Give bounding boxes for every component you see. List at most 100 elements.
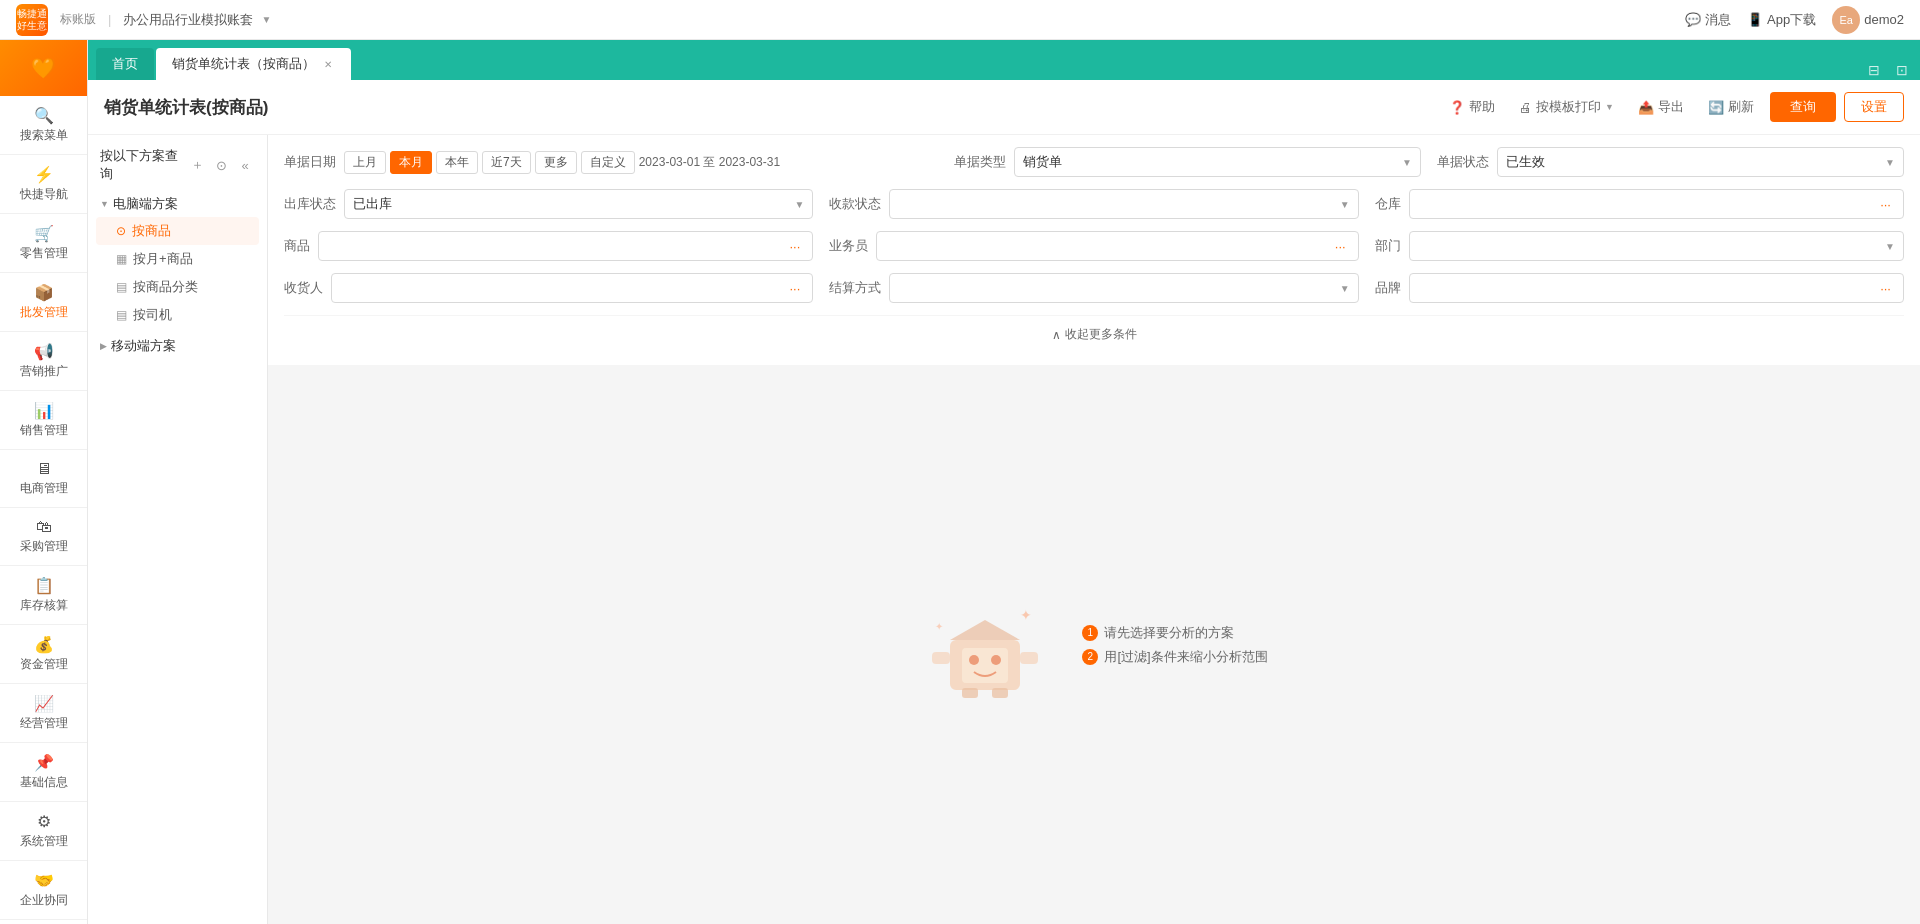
sidebar-label: 电商管理	[20, 480, 68, 497]
workspace-dropdown-icon[interactable]: ▼	[261, 14, 271, 25]
brand-input[interactable]: ···	[1409, 273, 1904, 303]
refresh-btn[interactable]: 🔄 刷新	[1700, 94, 1762, 120]
sidebar-item-basic-info[interactable]: 📌 基础信息	[0, 743, 87, 802]
quick-nav-icon: ⚡	[34, 165, 54, 184]
tab-home[interactable]: 首页	[96, 48, 154, 80]
settings-button[interactable]: 设置	[1844, 92, 1904, 122]
filter-date: 单据日期 上月 本月 本年 近7天 更多 自定义 2023-03-01 至 20…	[284, 151, 938, 174]
sidebar-item-enterprise-collab[interactable]: 🤝 企业协同	[0, 861, 87, 920]
sidebar-label: 基础信息	[20, 774, 68, 791]
help-btn[interactable]: ❓ 帮助	[1441, 94, 1503, 120]
date-this-year-btn[interactable]: 本年	[436, 151, 478, 174]
sidebar-item-wholesale[interactable]: 📦 批发管理	[0, 273, 87, 332]
empty-illustration: ✦ ✦	[920, 590, 1050, 700]
scheme-edit-btn[interactable]: ⊙	[211, 155, 231, 175]
goods-more-dots[interactable]: ···	[785, 239, 804, 254]
scheme-item-by-goods[interactable]: ⊙ 按商品	[96, 217, 259, 245]
minimize-btn[interactable]: ⊟	[1864, 60, 1884, 80]
workspace-info: 畅捷通好生意 标账版 | 办公用品行业模拟账套 ▼	[16, 4, 271, 36]
maximize-btn[interactable]: ⊡	[1892, 60, 1912, 80]
out-status-select[interactable]: 已出库 ▼	[344, 189, 813, 219]
sidebar-label: 搜索菜单	[20, 127, 68, 144]
sidebar-item-search[interactable]: 🔍 搜索菜单	[0, 96, 87, 155]
export-btn[interactable]: 📤 导出	[1630, 94, 1692, 120]
message-btn[interactable]: 💬 消息	[1685, 11, 1731, 29]
sidebar-item-newbie[interactable]: 🎯 新手引导	[0, 920, 87, 924]
warehouse-label: 仓库	[1375, 195, 1401, 213]
scheme-item-label: 按商品	[132, 222, 171, 240]
scheme-collapse-btn[interactable]: «	[235, 155, 255, 175]
tab-close-btn[interactable]: ✕	[321, 57, 335, 71]
report-tab-label: 销货单统计表（按商品）	[172, 55, 315, 73]
warehouse-more-dots[interactable]: ···	[1876, 197, 1895, 212]
date-custom-btn[interactable]: 自定义	[581, 151, 635, 174]
goods-input[interactable]: ···	[318, 231, 813, 261]
scheme-item-by-driver[interactable]: ▤ 按司机	[96, 301, 259, 329]
brand-more-dots[interactable]: ···	[1876, 281, 1895, 296]
wholesale-icon: 📦	[34, 283, 54, 302]
bill-type-label: 单据类型	[954, 153, 1006, 171]
staff-more-dots[interactable]: ···	[1331, 239, 1350, 254]
sidebar-item-marketing[interactable]: 📢 营销推广	[0, 332, 87, 391]
brand-label: 品牌	[1375, 279, 1401, 297]
sidebar-item-quick-nav[interactable]: ⚡ 快捷导航	[0, 155, 87, 214]
date-group: 上月 本月 本年 近7天 更多 自定义 2023-03-01 至 2023-03…	[344, 151, 938, 174]
empty-state-inner: ✦ ✦ 1 请先选择要分析的方案 2	[920, 590, 1267, 700]
scheme-item-label: 按月+商品	[133, 250, 193, 268]
system-icon: ⚙	[37, 812, 51, 831]
app-download-btn[interactable]: 📱 App下载	[1747, 11, 1816, 29]
page-title: 销货单统计表(按商品)	[104, 96, 268, 119]
filter-dept: 部门 ▼	[1375, 231, 1904, 261]
dept-select[interactable]: ▼	[1409, 231, 1904, 261]
recipient-input[interactable]: ···	[331, 273, 813, 303]
scheme-item-by-month-goods[interactable]: ▦ 按月+商品	[96, 245, 259, 273]
collapse-btn[interactable]: ∧ 收起更多条件	[284, 320, 1904, 349]
basic-info-icon: 📌	[34, 753, 54, 772]
scheme-item-by-category[interactable]: ▤ 按商品分类	[96, 273, 259, 301]
sidebar-item-sales[interactable]: 📊 销售管理	[0, 391, 87, 450]
purchase-icon: 🛍	[36, 518, 52, 536]
print-btn[interactable]: 🖨 按模板打印 ▼	[1511, 94, 1622, 120]
sidebar-item-inventory[interactable]: 📋 库存核算	[0, 566, 87, 625]
right-area: 单据日期 上月 本月 本年 近7天 更多 自定义 2023-03-01 至 20…	[268, 135, 1920, 924]
scheme-item-icon4: ▤	[116, 308, 127, 322]
scheme-header: 按以下方案查询 ＋ ⊙ «	[88, 143, 267, 191]
collab-icon: 🤝	[34, 871, 54, 890]
scheme-group-desktop-title[interactable]: ▼ 电脑端方案	[96, 191, 259, 217]
warehouse-input[interactable]: ···	[1409, 189, 1904, 219]
query-button[interactable]: 查询	[1770, 92, 1836, 122]
avatar: Ea	[1832, 6, 1860, 34]
user-avatar[interactable]: Ea demo2	[1832, 6, 1904, 34]
staff-input[interactable]: ···	[876, 231, 1358, 261]
date-more-btn[interactable]: 更多	[535, 151, 577, 174]
scheme-add-btn[interactable]: ＋	[187, 155, 207, 175]
filter-settlement: 结算方式 ▼	[829, 273, 1358, 303]
date-this-month-btn[interactable]: 本月	[390, 151, 432, 174]
message-icon: 💬	[1685, 12, 1701, 27]
recipient-more-dots[interactable]: ···	[785, 281, 804, 296]
bill-type-select[interactable]: 销货单 ▼	[1014, 147, 1421, 177]
group-label2: 移动端方案	[111, 337, 176, 355]
sidebar-item-purchase[interactable]: 🛍 采购管理	[0, 508, 87, 566]
out-status-label: 出库状态	[284, 195, 336, 213]
tab-report[interactable]: 销货单统计表（按商品） ✕	[156, 48, 351, 80]
empty-tip-2: 2 用[过滤]条件来缩小分析范围	[1082, 648, 1267, 666]
settlement-select[interactable]: ▼	[889, 273, 1358, 303]
sidebar-item-finance[interactable]: 💰 资金管理	[0, 625, 87, 684]
date-last-month-btn[interactable]: 上月	[344, 151, 386, 174]
scheme-panel: 按以下方案查询 ＋ ⊙ « ▼ 电脑端方案 ⊙	[88, 135, 268, 924]
svg-rect-5	[932, 652, 950, 664]
out-status-dropdown-icon: ▼	[794, 199, 804, 210]
sidebar-item-operations[interactable]: 📈 经营管理	[0, 684, 87, 743]
sidebar-item-ecommerce[interactable]: 🖥 电商管理	[0, 450, 87, 508]
sidebar-item-retail[interactable]: 🛒 零售管理	[0, 214, 87, 273]
payment-status-dropdown-icon: ▼	[1340, 199, 1350, 210]
scheme-group-mobile-title[interactable]: ▶ 移动端方案	[96, 333, 259, 359]
date-7days-btn[interactable]: 近7天	[482, 151, 531, 174]
page-actions: ❓ 帮助 🖨 按模板打印 ▼ 📤 导出 🔄 刷新	[1441, 92, 1904, 122]
sidebar-item-system[interactable]: ⚙ 系统管理	[0, 802, 87, 861]
payment-status-select[interactable]: ▼	[889, 189, 1358, 219]
group-arrow: ▼	[100, 199, 109, 209]
bill-status-select[interactable]: 已生效 ▼	[1497, 147, 1904, 177]
export-label: 导出	[1658, 98, 1684, 116]
